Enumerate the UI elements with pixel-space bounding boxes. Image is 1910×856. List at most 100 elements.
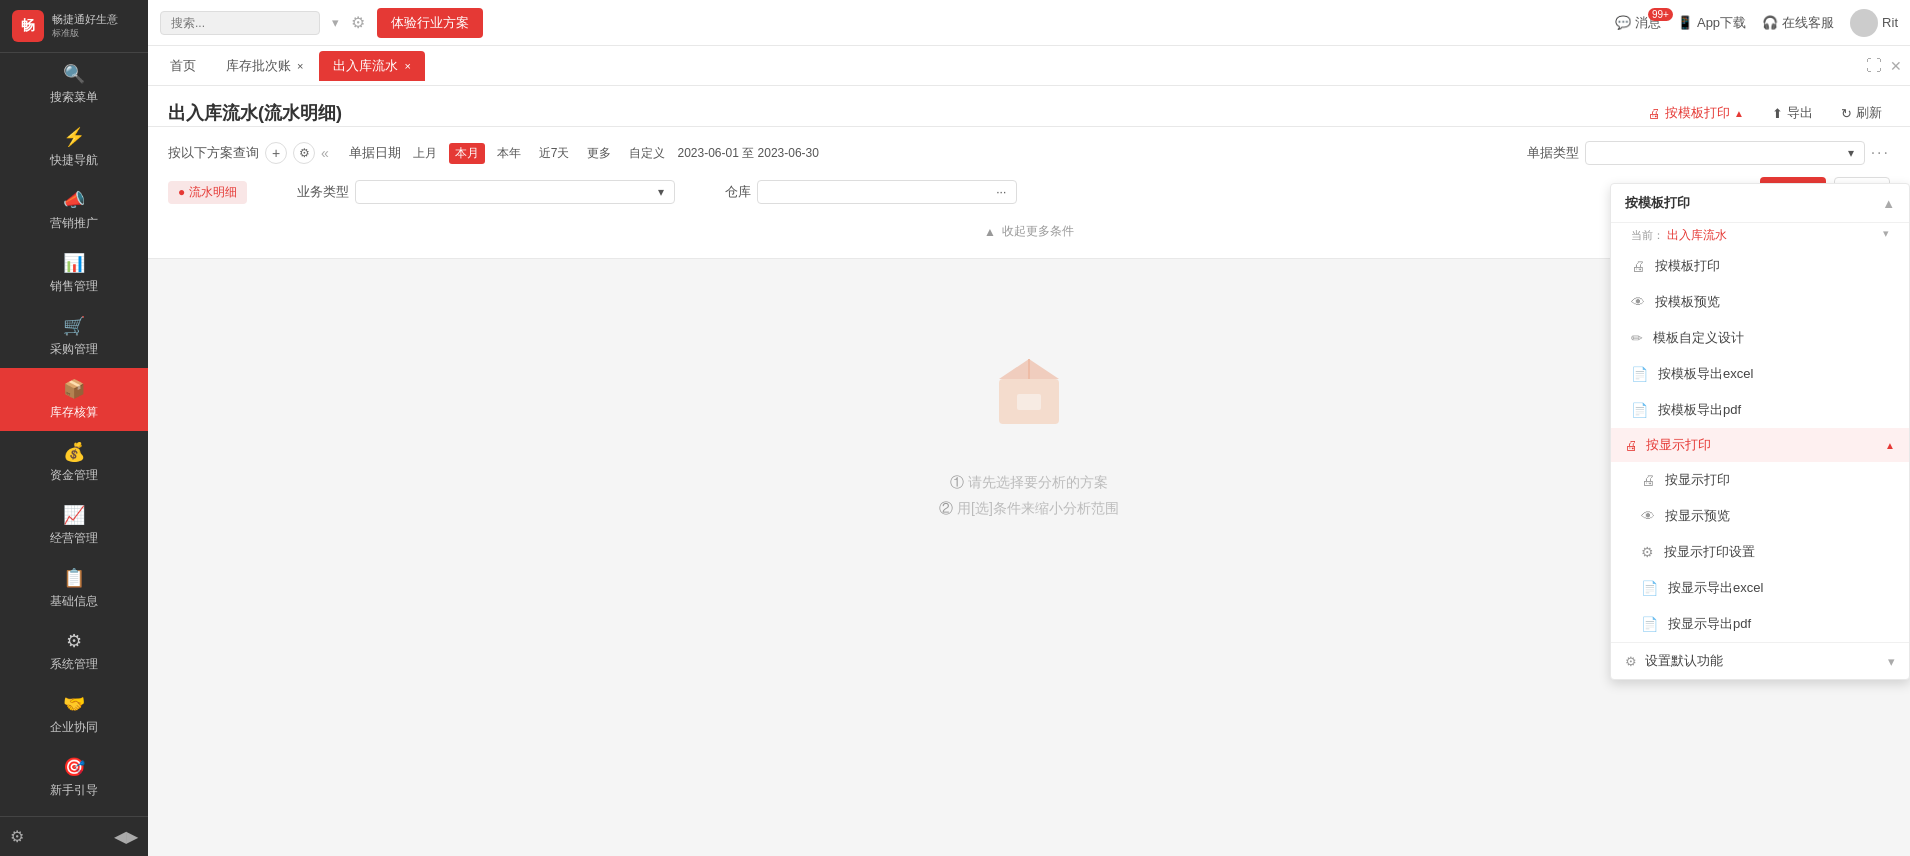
doc-type-more-icon[interactable]: ··· — [1871, 144, 1890, 162]
empty-hint-2: ② 用[选]条件来缩小分析范围 — [939, 500, 1119, 518]
topbar-search-input[interactable] — [160, 11, 320, 35]
topbar-gear-icon[interactable]: ⚙ — [351, 13, 365, 32]
filter-row-1: 按以下方案查询 + ⚙ « 单据日期 上月 本月 本年 近7天 更多 自定义 — [168, 141, 1890, 165]
sidebar-item-operation[interactable]: 📈 经营管理 — [0, 494, 148, 557]
topbar-search-chevron-icon[interactable]: ▾ — [332, 15, 339, 30]
display-print-sub-icon: 🖨 — [1641, 472, 1655, 488]
date-range-display: 2023-06-01 至 2023-06-30 — [677, 145, 818, 162]
print-template-btn[interactable]: 🖨 按模板打印 ▲ — [1640, 100, 1752, 126]
sidebar-item-cooperation[interactable]: 🤝 企业协同 — [0, 683, 148, 746]
megaphone-icon: 📣 — [63, 189, 85, 211]
filter-collapse-btn[interactable]: « — [321, 145, 329, 161]
trial-btn[interactable]: 体验行业方案 — [377, 8, 483, 38]
dropdown-item-display-preview[interactable]: 👁 按显示预览 — [1611, 498, 1909, 534]
message-icon: 💬 — [1615, 15, 1631, 30]
business-type-label: 业务类型 — [297, 183, 349, 201]
dropdown-item-template-customize[interactable]: ✏ 模板自定义设计 — [1611, 320, 1909, 356]
logo-icon: 畅 — [12, 10, 44, 42]
sidebar-item-label: 基础信息 — [50, 593, 98, 610]
doc-type-select[interactable]: ▾ — [1585, 141, 1865, 165]
export-btn[interactable]: ⬆ 导出 — [1764, 100, 1821, 126]
dropdown-item-display-excel[interactable]: 📄 按显示导出excel — [1611, 570, 1909, 606]
message-btn[interactable]: 💬 消息 99+ — [1615, 14, 1661, 32]
sidebar-item-label: 企业协同 — [50, 719, 98, 736]
collapse-sidebar-icon[interactable]: ◀▶ — [114, 827, 138, 846]
dropdown-item-template-excel[interactable]: 📄 按模板导出excel — [1611, 356, 1909, 392]
tab-expand-btn[interactable]: ⛶ ✕ — [1866, 57, 1902, 75]
clipboard-icon: 📋 — [63, 567, 85, 589]
dropdown-item-template-preview[interactable]: 👁 按模板预览 — [1611, 284, 1909, 320]
dropdown-close-chevron-icon[interactable]: ▲ — [1882, 196, 1895, 211]
tab-batch-account[interactable]: 库存批次账 × — [212, 51, 317, 81]
date-opt-last-7-days[interactable]: 近7天 — [533, 143, 576, 164]
warehouse-select[interactable]: ··· — [757, 180, 1017, 204]
date-opt-custom[interactable]: 自定义 — [623, 143, 671, 164]
box-icon: 📦 — [63, 378, 85, 400]
tab-flow-label: 出入库流水 — [333, 57, 398, 75]
tab-flow[interactable]: 出入库流水 × — [319, 51, 424, 81]
svg-rect-2 — [1017, 394, 1041, 410]
sidebar-item-basic-info[interactable]: 📋 基础信息 — [0, 557, 148, 620]
filter-label: 按以下方案查询 — [168, 144, 259, 162]
add-filter-btn[interactable]: + — [265, 142, 287, 164]
print-icon: 🖨 — [1631, 258, 1645, 274]
sidebar-item-finance[interactable]: 💰 资金管理 — [0, 431, 148, 494]
doc-type-label: 单据类型 — [1527, 144, 1579, 162]
doc-type-chevron-icon: ▾ — [1848, 146, 1854, 160]
date-opt-this-month[interactable]: 本月 — [449, 143, 485, 164]
sidebar-item-label: 快捷导航 — [50, 152, 98, 169]
date-opt-last-month[interactable]: 上月 — [407, 143, 443, 164]
refresh-btn[interactable]: ↻ 刷新 — [1833, 100, 1890, 126]
dropdown-item-template-pdf[interactable]: 📄 按模板导出pdf — [1611, 392, 1909, 428]
tab-flow-close-icon[interactable]: × — [404, 60, 410, 72]
online-service-btn[interactable]: 🎧 在线客服 — [1762, 14, 1834, 32]
display-print-header[interactable]: 🖨 按显示打印 ▲ — [1611, 428, 1909, 462]
date-filter-control: 单据日期 上月 本月 本年 近7天 更多 自定义 2023-06-01 至 20… — [349, 143, 819, 164]
sidebar-item-sales[interactable]: 📊 销售管理 — [0, 242, 148, 305]
filter-settings-btn[interactable]: ⚙ — [293, 142, 315, 164]
filter-tag-label: 流水明细 — [189, 184, 237, 201]
business-type-select[interactable]: ▾ — [355, 180, 675, 204]
date-opt-this-year[interactable]: 本年 — [491, 143, 527, 164]
settings-footer-icon[interactable]: ⚙ — [10, 827, 24, 846]
sidebar-item-guide[interactable]: 🎯 新手引导 — [0, 746, 148, 809]
sidebar-item-label: 采购管理 — [50, 341, 98, 358]
date-opt-more[interactable]: 更多 — [581, 143, 617, 164]
export-icon: ⬆ — [1772, 106, 1783, 121]
print-dropdown-panel: 按模板打印 ▲ 当前： 出入库流水 ▾ 🖨 按模板打印 👁 按模板预览 ✏ 模板… — [1610, 183, 1910, 680]
sidebar-item-inventory[interactable]: 📦 库存核算 — [0, 368, 148, 431]
app-download-btn[interactable]: 📱 App下载 — [1677, 14, 1746, 32]
tab-home[interactable]: 首页 — [156, 51, 210, 81]
sidebar-item-app-center[interactable]: 📱 应用中心 — [0, 809, 148, 816]
dropdown-item-display-pdf[interactable]: 📄 按显示导出pdf — [1611, 606, 1909, 642]
sidebar-item-label: 系统管理 — [50, 656, 98, 673]
money-icon: 💰 — [63, 441, 85, 463]
date-label: 单据日期 — [349, 144, 401, 162]
user-profile-btn[interactable]: Rit — [1850, 9, 1898, 37]
dropdown-item-display-print[interactable]: 🖨 按显示打印 — [1611, 462, 1909, 498]
sidebar-item-quick-nav[interactable]: ⚡ 快捷导航 — [0, 116, 148, 179]
tabbar: 首页 库存批次账 × 出入库流水 × ⛶ ✕ — [148, 46, 1910, 86]
display-print-chevron-icon: ▲ — [1885, 440, 1895, 451]
warehouse-control: 仓库 ··· — [725, 180, 1017, 204]
tab-batch-account-close-icon[interactable]: × — [297, 60, 303, 72]
dropdown-footer-settings[interactable]: ⚙ 设置默认功能 ▾ — [1611, 642, 1909, 679]
dropdown-item-template-print[interactable]: 🖨 按模板打印 — [1611, 248, 1909, 284]
display-print-icon: 🖨 — [1625, 438, 1638, 453]
dropdown-item-display-settings[interactable]: ⚙ 按显示打印设置 — [1611, 534, 1909, 570]
headset-icon: 🎧 — [1762, 15, 1778, 30]
sidebar-item-marketing[interactable]: 📣 营销推广 — [0, 179, 148, 242]
gear-icon: ⚙ — [66, 630, 82, 652]
pdf-icon: 📄 — [1631, 402, 1648, 418]
date-options: 上月 本月 本年 近7天 更多 自定义 — [407, 143, 672, 164]
eye-icon: 👁 — [1631, 294, 1645, 310]
tab-home-label: 首页 — [170, 57, 196, 75]
sidebar-item-purchase[interactable]: 🛒 采购管理 — [0, 305, 148, 368]
sidebar-item-system[interactable]: ⚙ 系统管理 — [0, 620, 148, 683]
current-template-value: 出入库流水 — [1667, 228, 1727, 242]
refresh-icon: ↻ — [1841, 106, 1852, 121]
sidebar-item-search[interactable]: 🔍 搜索菜单 — [0, 53, 148, 116]
topbar: ▾ ⚙ 体验行业方案 💬 消息 99+ 📱 App下载 🎧 在线客服 Rit — [148, 0, 1910, 46]
topbar-right: 💬 消息 99+ 📱 App下载 🎧 在线客服 Rit — [1615, 9, 1898, 37]
warehouse-label: 仓库 — [725, 183, 751, 201]
